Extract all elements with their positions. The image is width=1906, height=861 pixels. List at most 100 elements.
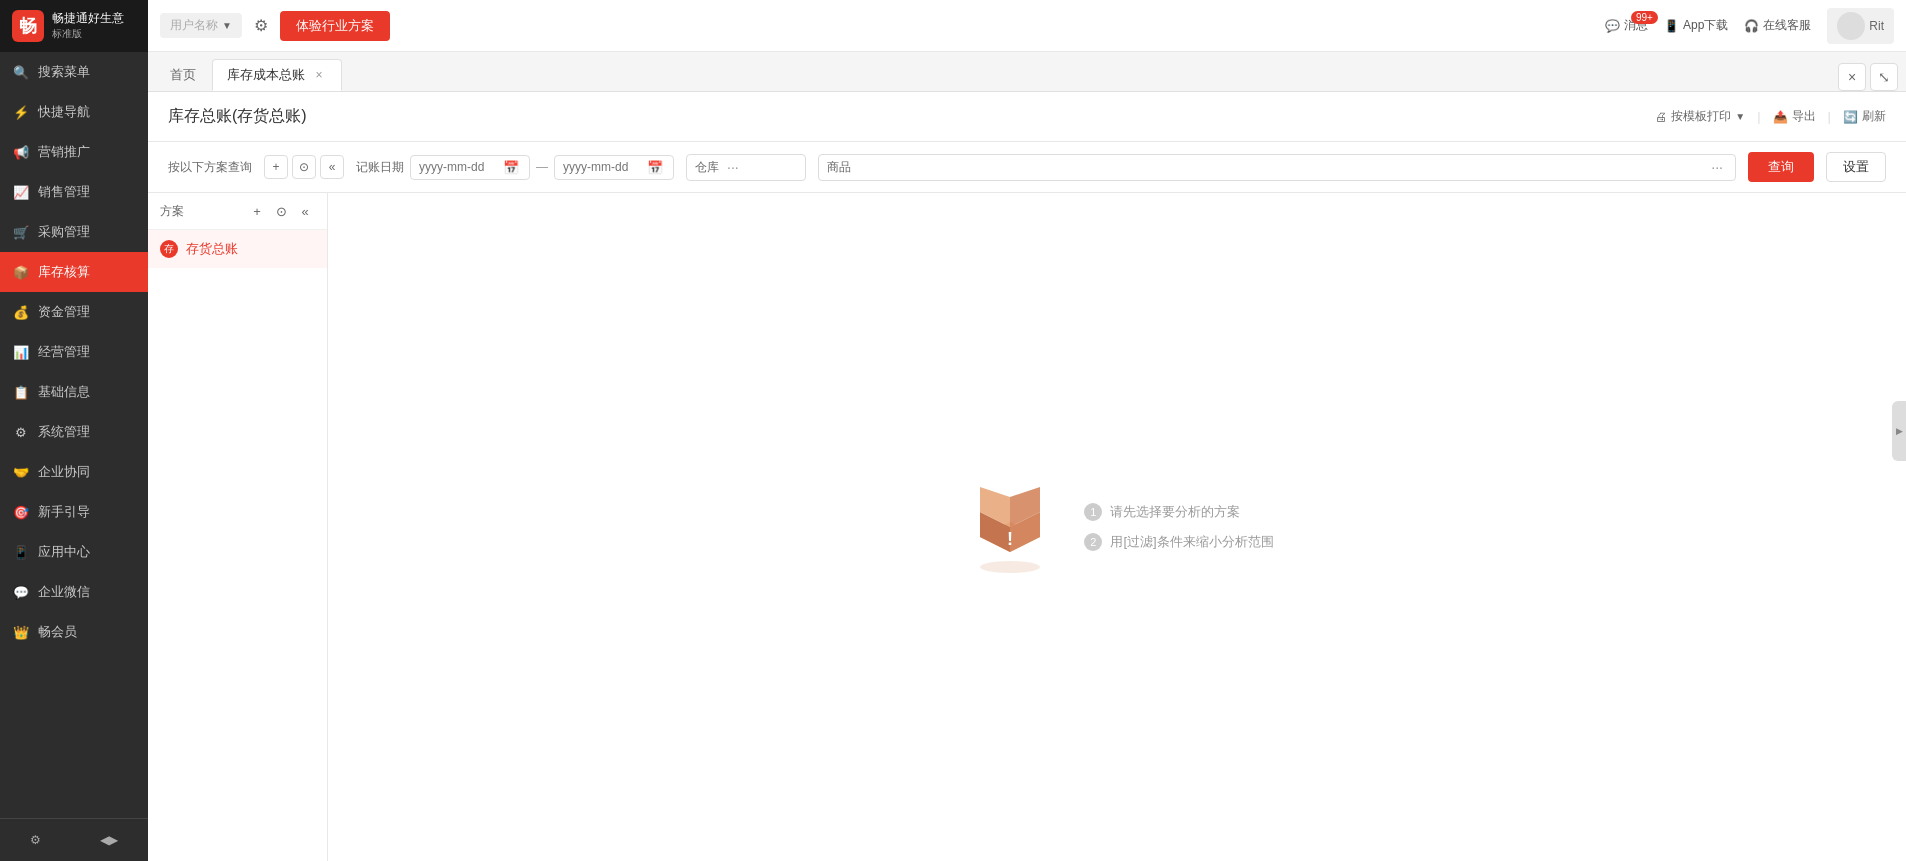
sales-icon: 📈 <box>12 185 30 200</box>
sidebar-item-enterprise-wechat[interactable]: 💬 企业微信 <box>0 572 148 612</box>
date-from-input-wrapper[interactable]: 📅 <box>410 155 530 180</box>
industry-solution-button[interactable]: 体验行业方案 <box>280 11 390 41</box>
app-version: 标准版 <box>52 27 124 41</box>
tab-close-button[interactable]: × <box>311 67 327 83</box>
add-filter-button[interactable]: + <box>264 155 288 179</box>
headset-icon: 🎧 <box>1744 19 1759 33</box>
page-content: 库存总账(存货总账) 🖨 按模板打印 ▼ | 📤 导出 | 🔄 刷新 <box>148 92 1906 861</box>
warehouse-filter[interactable]: 仓库 ··· <box>686 154 806 181</box>
sidebar-item-label: 营销推广 <box>38 143 90 161</box>
sidebar-item-business[interactable]: 📊 经营管理 <box>0 332 148 372</box>
sidebar-item-label: 新手引导 <box>38 503 90 521</box>
message-icon: 💬 <box>1605 19 1620 33</box>
print-button[interactable]: 🖨 按模板打印 ▼ <box>1655 108 1745 125</box>
app-download-button[interactable]: 📱 App下载 <box>1664 17 1728 34</box>
panel-close-button[interactable]: × <box>1838 63 1866 91</box>
settings-button[interactable]: ⚙ <box>24 827 47 853</box>
empty-state-area: ! 1 请先选择要分析的方案 2 用[过滤]条件来缩小分析范围 <box>328 193 1906 861</box>
hint1-text: 请先选择要分析的方案 <box>1110 503 1240 521</box>
page-title: 库存总账(存货总账) <box>168 106 307 127</box>
export-icon: 📤 <box>1773 110 1788 124</box>
panel-expand-button[interactable]: ⤡ <box>1870 63 1898 91</box>
gear-button[interactable]: ⚙ <box>250 12 272 39</box>
settings-btn[interactable]: 设置 <box>1826 152 1886 182</box>
scheme-settings-button[interactable]: ⊙ <box>271 201 291 221</box>
sidebar-item-label: 应用中心 <box>38 543 90 561</box>
tabbar: 首页 库存成本总账 × × ⤡ <box>148 52 1906 92</box>
purchase-icon: 🛒 <box>12 225 30 240</box>
sidebar-item-label: 库存核算 <box>38 263 90 281</box>
sidebar-item-marketing[interactable]: 📢 营销推广 <box>0 132 148 172</box>
user-area[interactable]: 用户名称 ▼ <box>160 13 242 38</box>
sidebar-item-enterprise[interactable]: 🤝 企业协同 <box>0 452 148 492</box>
date-label: 记账日期 <box>356 159 404 176</box>
goods-more-icon[interactable]: ··· <box>1707 159 1727 175</box>
tab-inventory-cost-label: 库存成本总账 <box>227 66 305 84</box>
refresh-label: 刷新 <box>1862 108 1886 125</box>
sidebar-menu: 🔍 搜索菜单 ⚡ 快捷导航 📢 营销推广 📈 销售管理 🛒 采购管理 📦 库存核… <box>0 52 148 818</box>
collapse-button[interactable]: ◀▶ <box>94 827 124 853</box>
date-to-input[interactable] <box>563 160 643 174</box>
scheme-header-actions: + ⊙ « <box>247 201 315 221</box>
svg-point-0 <box>980 561 1040 573</box>
tab-inventory-cost[interactable]: 库存成本总账 × <box>212 59 342 91</box>
user-name: 用户名称 <box>170 17 218 34</box>
add-scheme-button[interactable]: + <box>247 201 267 221</box>
sidebar: 畅 畅捷通好生意 标准版 🔍 搜索菜单 ⚡ 快捷导航 📢 营销推广 📈 销售管理… <box>0 0 148 861</box>
divider2: | <box>1828 109 1831 124</box>
sidebar-item-finance[interactable]: 💰 资金管理 <box>0 292 148 332</box>
export-button[interactable]: 📤 导出 <box>1773 108 1816 125</box>
sidebar-item-system[interactable]: ⚙ 系统管理 <box>0 412 148 452</box>
sidebar-item-inventory[interactable]: 📦 库存核算 <box>0 252 148 292</box>
left-scheme-panel: 方案 + ⊙ « 存 存货总账 <box>148 193 328 861</box>
filter-settings-button[interactable]: ⊙ <box>292 155 316 179</box>
sidebar-item-app-center[interactable]: 📱 应用中心 <box>0 532 148 572</box>
scheme-item-label: 存货总账 <box>186 240 238 258</box>
print-dropdown-icon: ▼ <box>1735 111 1745 122</box>
online-service-button[interactable]: 🎧 在线客服 <box>1744 17 1811 34</box>
system-icon: ⚙ <box>12 425 30 440</box>
filter-label: 按以下方案查询 <box>168 159 252 176</box>
filter-actions: + ⊙ « <box>264 155 344 179</box>
sidebar-item-search[interactable]: 🔍 搜索菜单 <box>0 52 148 92</box>
query-button[interactable]: 查询 <box>1748 152 1814 182</box>
enterprise-icon: 🤝 <box>12 465 30 480</box>
scheme-collapse-button[interactable]: « <box>295 201 315 221</box>
topbar-user-avatar-area[interactable]: Rit <box>1827 8 1894 44</box>
sidebar-item-sales[interactable]: 📈 销售管理 <box>0 172 148 212</box>
refresh-icon: 🔄 <box>1843 110 1858 124</box>
filter-collapse-button[interactable]: « <box>320 155 344 179</box>
sidebar-item-membership[interactable]: 👑 畅会员 <box>0 612 148 652</box>
sidebar-item-quick-nav[interactable]: ⚡ 快捷导航 <box>0 92 148 132</box>
goods-label: 商品 <box>827 159 851 176</box>
goods-filter[interactable]: 商品 ··· <box>818 154 1736 181</box>
date-separator: — <box>536 160 548 174</box>
tab-home[interactable]: 首页 <box>156 59 210 91</box>
date-to-input-wrapper[interactable]: 📅 <box>554 155 674 180</box>
collapse-icon: ◀▶ <box>100 833 118 847</box>
side-toggle-icon: ▶ <box>1894 426 1904 436</box>
scheme-header-title: 方案 <box>160 203 184 220</box>
messages-button[interactable]: 💬 消息 99+ <box>1605 17 1648 34</box>
sidebar-item-label: 搜索菜单 <box>38 63 90 81</box>
sidebar-item-beginner[interactable]: 🎯 新手引导 <box>0 492 148 532</box>
app-logo: 畅 畅捷通好生意 标准版 <box>0 0 148 52</box>
sidebar-item-purchase[interactable]: 🛒 采购管理 <box>0 212 148 252</box>
refresh-button[interactable]: 🔄 刷新 <box>1843 108 1886 125</box>
calendar-to-icon[interactable]: 📅 <box>647 160 663 175</box>
scheme-item-inventory-ledger[interactable]: 存 存货总账 <box>148 230 327 268</box>
empty-text-list: 1 请先选择要分析的方案 2 用[过滤]条件来缩小分析范围 <box>1084 503 1273 551</box>
side-toggle[interactable]: ▶ <box>1892 401 1906 461</box>
date-from-input[interactable] <box>419 160 499 174</box>
svg-text:!: ! <box>1007 529 1013 549</box>
marketing-icon: 📢 <box>12 145 30 160</box>
business-icon: 📊 <box>12 345 30 360</box>
empty-state-inner: ! 1 请先选择要分析的方案 2 用[过滤]条件来缩小分析范围 <box>960 477 1273 577</box>
calendar-from-icon[interactable]: 📅 <box>503 160 519 175</box>
logo-icon: 畅 <box>12 10 44 42</box>
sidebar-item-basic-info[interactable]: 📋 基础信息 <box>0 372 148 412</box>
empty-icon: ! <box>960 477 1060 577</box>
app-name: 畅捷通好生意 <box>52 11 124 27</box>
warehouse-more-icon[interactable]: ··· <box>723 159 743 175</box>
filter-area: 按以下方案查询 + ⊙ « 记账日期 📅 — 📅 <box>148 142 1906 193</box>
